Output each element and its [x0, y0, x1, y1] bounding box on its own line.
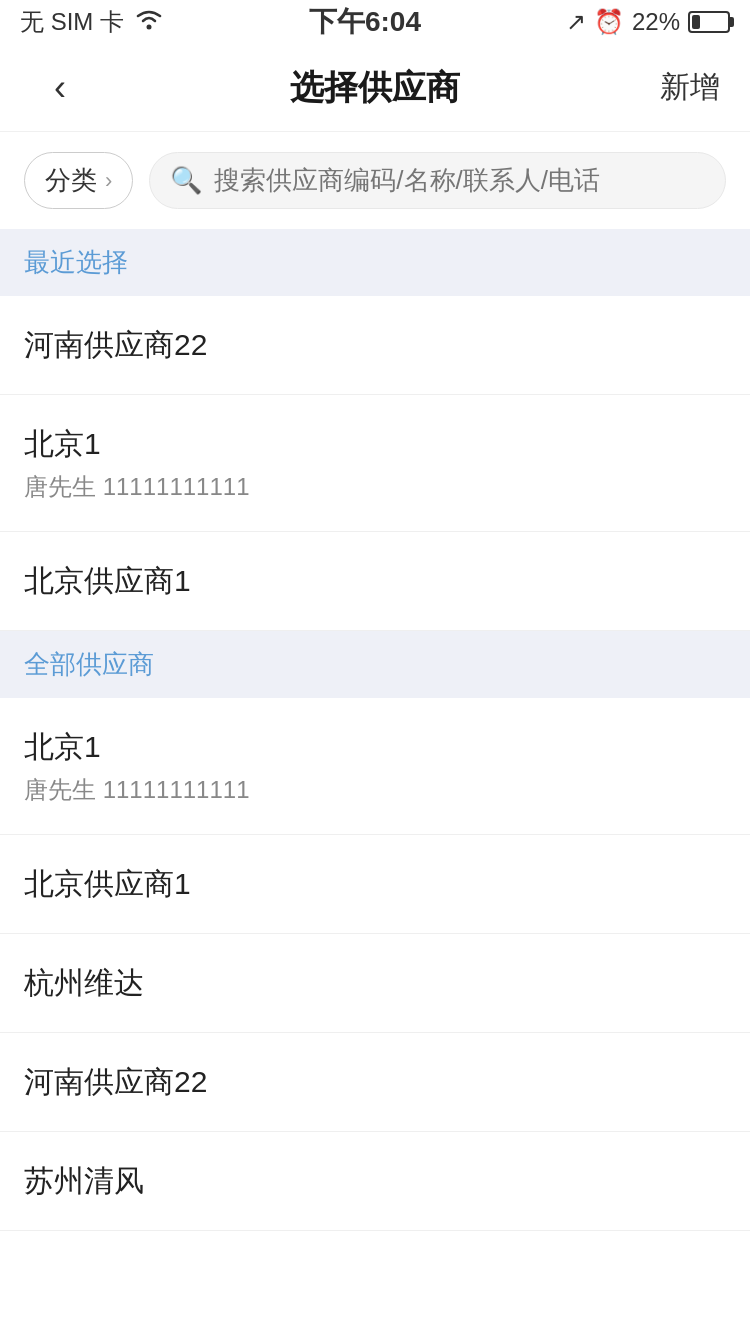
- nav-bar: ‹ 选择供应商 新增: [0, 44, 750, 132]
- item-name: 河南供应商22: [24, 1061, 726, 1103]
- item-name: 杭州维达: [24, 962, 726, 1004]
- search-input[interactable]: [214, 165, 705, 196]
- battery-icon: [688, 11, 730, 33]
- list-item[interactable]: 河南供应商22: [0, 1033, 750, 1132]
- item-name: 北京供应商1: [24, 560, 726, 602]
- search-icon: 🔍: [170, 165, 202, 196]
- recent-items-list: 河南供应商22 北京1 唐先生 11111111111 北京供应商1: [0, 296, 750, 631]
- alarm-icon: ⏰: [594, 8, 624, 36]
- wifi-icon: [134, 8, 164, 36]
- list-item[interactable]: 北京供应商1: [0, 835, 750, 934]
- search-input-wrapper[interactable]: 🔍: [149, 152, 726, 209]
- status-time: 下午6:04: [309, 3, 421, 41]
- list-item[interactable]: 北京供应商1: [0, 532, 750, 631]
- status-bar: 无 SIM 卡 下午6:04 ↗ ⏰ 22%: [0, 0, 750, 44]
- category-label: 分类: [45, 163, 97, 198]
- no-sim-label: 无 SIM 卡: [20, 6, 124, 38]
- item-name: 北京供应商1: [24, 863, 726, 905]
- list-item[interactable]: 苏州清风: [0, 1132, 750, 1231]
- item-sub: 唐先生 11111111111: [24, 471, 726, 503]
- chevron-right-icon: ›: [105, 168, 112, 194]
- back-button[interactable]: ‹: [30, 58, 90, 118]
- category-filter-button[interactable]: 分类 ›: [24, 152, 133, 209]
- page-title: 选择供应商: [290, 65, 460, 111]
- item-name: 苏州清风: [24, 1160, 726, 1202]
- list-item[interactable]: 河南供应商22: [0, 296, 750, 395]
- location-icon: ↗: [566, 8, 586, 36]
- item-sub: 唐先生 11111111111: [24, 774, 726, 806]
- item-name: 北京1: [24, 423, 726, 465]
- search-bar: 分类 › 🔍: [0, 132, 750, 229]
- recent-section-header: 最近选择: [0, 229, 750, 296]
- status-left: 无 SIM 卡: [20, 6, 164, 38]
- list-item[interactable]: 杭州维达: [0, 934, 750, 1033]
- svg-point-0: [147, 25, 152, 30]
- item-name: 河南供应商22: [24, 324, 726, 366]
- list-item[interactable]: 北京1 唐先生 11111111111: [0, 698, 750, 835]
- battery-percent: 22%: [632, 8, 680, 36]
- item-name: 北京1: [24, 726, 726, 768]
- all-section-header: 全部供应商: [0, 631, 750, 698]
- all-items-list: 北京1 唐先生 11111111111 北京供应商1 杭州维达河南供应商22 苏州清风: [0, 698, 750, 1231]
- new-action-button[interactable]: 新增: [660, 67, 720, 108]
- status-right: ↗ ⏰ 22%: [566, 8, 730, 36]
- list-item[interactable]: 北京1 唐先生 11111111111: [0, 395, 750, 532]
